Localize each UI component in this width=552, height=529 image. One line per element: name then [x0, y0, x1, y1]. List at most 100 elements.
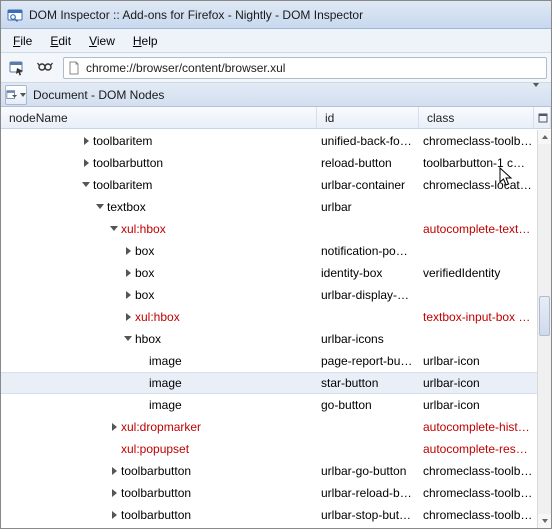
node-name: toolbaritem	[93, 134, 152, 148]
node-id: urlbar-go-button	[317, 464, 419, 478]
toolbar	[1, 53, 551, 83]
node-class: urlbar-icon	[419, 376, 537, 390]
scroll-up-button[interactable]	[538, 130, 551, 144]
node-name: xul:hbox	[121, 222, 166, 236]
node-id: star-button	[317, 376, 419, 390]
twisty-expanded-icon[interactable]	[81, 180, 91, 190]
tree-row[interactable]: toolbarbuttonurlbar-reload-b…chromeclass…	[1, 482, 537, 504]
tree-row[interactable]: textboxurlbar	[1, 196, 537, 218]
node-name: image	[149, 376, 182, 390]
location-input[interactable]	[84, 59, 546, 77]
node-id: urlbar-container	[317, 178, 419, 192]
node-class: verifiedIdentity	[419, 266, 537, 280]
tree-row[interactable]: toolbarbuttonreload-buttontoolbarbutton-…	[1, 152, 537, 174]
twisty-none	[137, 378, 147, 388]
tree-row[interactable]: hboxurlbar-icons	[1, 328, 537, 350]
twisty-collapsed-icon[interactable]	[123, 268, 133, 278]
node-id: unified-back-fo…	[317, 134, 419, 148]
tree-row[interactable]: box identity-boxverifiedIdentity	[1, 262, 537, 284]
tree-row[interactable]: xul:dropmarkerautocomplete-hist…	[1, 416, 537, 438]
twisty-none	[137, 356, 147, 366]
scroll-down-button[interactable]	[538, 514, 551, 528]
twisty-expanded-icon[interactable]	[95, 202, 105, 212]
twisty-expanded-icon[interactable]	[123, 334, 133, 344]
panel-header: Document - DOM Nodes	[1, 83, 551, 107]
column-picker-button[interactable]	[533, 107, 551, 129]
twisty-collapsed-icon[interactable]	[81, 136, 91, 146]
node-class: chromeclass-toolb…	[419, 464, 537, 478]
tree-row[interactable]: xul:hbox autocomplete-text…	[1, 218, 537, 240]
tree-row[interactable]: image go-buttonurlbar-icon	[1, 394, 537, 416]
node-class: autocomplete-text…	[419, 222, 537, 236]
node-name: toolbarbutton	[121, 508, 191, 522]
twisty-collapsed-icon[interactable]	[123, 290, 133, 300]
menu-help[interactable]: Help	[125, 32, 166, 50]
tree-row[interactable]: boxnotification-po…	[1, 240, 537, 262]
menu-edit[interactable]: Edit	[42, 32, 79, 50]
twisty-none	[137, 400, 147, 410]
node-id: urlbar-stop-but…	[317, 508, 419, 522]
node-class: chromeclass-locati…	[419, 178, 537, 192]
chevron-down-icon	[20, 93, 26, 97]
node-name: toolbaritem	[93, 178, 152, 192]
node-name: toolbarbutton	[121, 464, 191, 478]
twisty-collapsed-icon[interactable]	[109, 422, 119, 432]
app-icon	[7, 7, 23, 23]
tree-column-header: nodeName id class	[1, 107, 551, 129]
tree-row[interactable]: box urlbar-display-b…	[1, 284, 537, 306]
page-icon	[64, 61, 84, 75]
node-class: textbox-input-box …	[419, 310, 537, 324]
node-id: urlbar-display-b…	[317, 288, 419, 302]
tree-body[interactable]: toolbaritemunified-back-fo…chromeclass-t…	[1, 130, 537, 528]
twisty-collapsed-icon[interactable]	[123, 246, 133, 256]
menu-file[interactable]: File	[5, 32, 40, 50]
node-name: hbox	[135, 332, 161, 346]
chevron-down-icon	[533, 83, 539, 101]
tree-row[interactable]: image star-buttonurlbar-icon	[1, 372, 537, 394]
twisty-expanded-icon[interactable]	[109, 224, 119, 234]
node-class: chromeclass-toolb…	[419, 508, 537, 522]
tree-area: toolbaritemunified-back-fo…chromeclass-t…	[1, 130, 551, 528]
location-bar	[63, 57, 547, 79]
twisty-collapsed-icon[interactable]	[109, 466, 119, 476]
node-id: urlbar	[317, 200, 419, 214]
panel-menu-dropdown[interactable]	[533, 87, 547, 101]
twisty-collapsed-icon[interactable]	[81, 158, 91, 168]
menubar: File Edit View Help	[1, 29, 551, 53]
node-id: reload-button	[317, 156, 419, 170]
twisty-collapsed-icon[interactable]	[109, 488, 119, 498]
scroll-track[interactable]	[538, 144, 551, 514]
tree-row[interactable]: toolbarbutton urlbar-go-buttonchromeclass…	[1, 460, 537, 482]
node-name: box	[135, 266, 154, 280]
twisty-collapsed-icon[interactable]	[109, 510, 119, 520]
node-name: xul:popupset	[121, 442, 189, 456]
node-name: image	[149, 398, 182, 412]
scroll-thumb[interactable]	[539, 296, 550, 336]
node-name: box	[135, 244, 154, 258]
node-id: identity-box	[317, 266, 419, 280]
menu-view[interactable]: View	[81, 32, 123, 50]
node-id: go-button	[317, 398, 419, 412]
node-class: chromeclass-toolb…	[419, 486, 537, 500]
tree-row[interactable]: toolbarbutton urlbar-stop-but…chromeclass…	[1, 504, 537, 526]
node-id: page-report-but…	[317, 354, 419, 368]
node-name: box	[135, 288, 154, 302]
vertical-scrollbar[interactable]	[537, 130, 551, 528]
column-nodeName[interactable]: nodeName	[1, 107, 317, 128]
node-class: urlbar-icon	[419, 354, 537, 368]
tree-row[interactable]: imagepage-report-but…urlbar-icon	[1, 350, 537, 372]
tree-row[interactable]: toolbaritem unified-back-fo…chromeclass-t…	[1, 130, 537, 152]
panel-viewer-menu-button[interactable]	[5, 85, 27, 105]
node-class: urlbar-icon	[419, 398, 537, 412]
node-name: toolbarbutton	[93, 156, 163, 170]
twisty-collapsed-icon[interactable]	[123, 312, 133, 322]
tree-row[interactable]: xul:hboxtextbox-input-box …	[1, 306, 537, 328]
find-node-button[interactable]	[33, 56, 57, 80]
node-class: chromeclass-toolb…	[419, 134, 537, 148]
tree-row[interactable]: xul:popupsetautocomplete-res…	[1, 438, 537, 460]
inspect-node-button[interactable]	[5, 56, 29, 80]
column-id[interactable]: id	[317, 107, 419, 128]
panel-title: Document - DOM Nodes	[33, 88, 164, 102]
tree-row[interactable]: toolbaritem urlbar-containerchromeclass-l…	[1, 174, 537, 196]
column-class[interactable]: class	[419, 107, 551, 128]
